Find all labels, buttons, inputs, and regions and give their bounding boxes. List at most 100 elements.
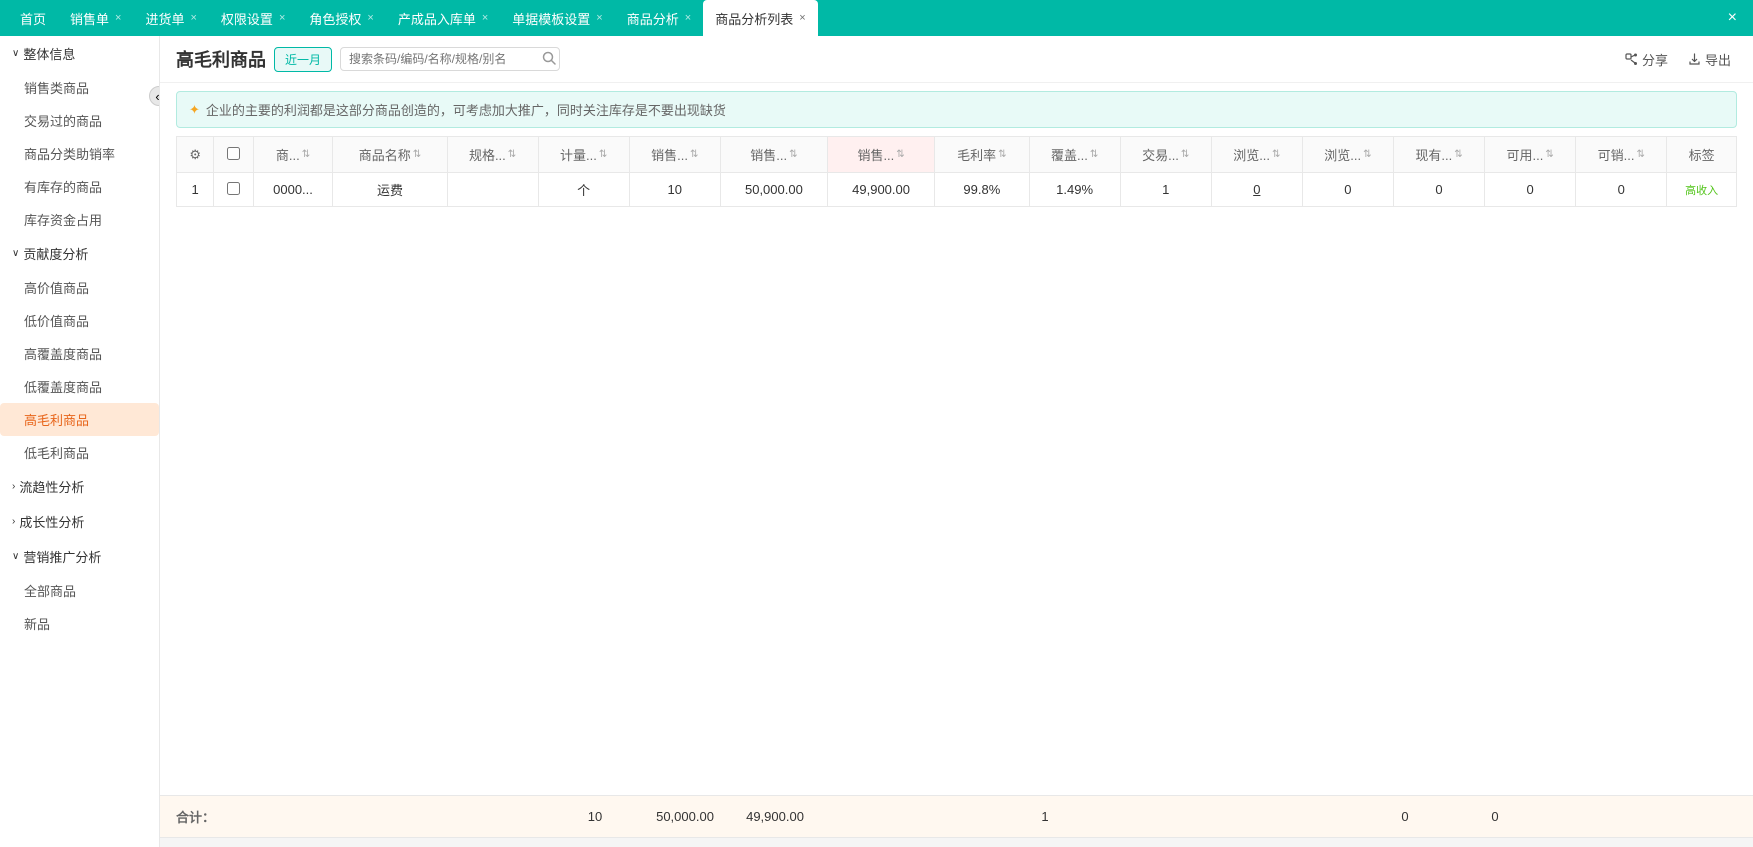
nav-tab-permission[interactable]: 权限设置 ×	[209, 0, 297, 36]
close-permission-tab[interactable]: ×	[279, 12, 285, 24]
filter-recent-month[interactable]: 近一月	[274, 47, 332, 72]
close-product-stock-tab[interactable]: ×	[482, 12, 488, 24]
footer-sales-qty: 10	[565, 809, 625, 824]
sort-coverage-icon: ⇅	[1090, 149, 1098, 160]
cell-tag: 高收入	[1667, 173, 1737, 207]
col-sales-profit[interactable]: 销售... ⇅	[827, 137, 934, 173]
sidebar-section-growth[interactable]: › 成长性分析	[0, 504, 159, 539]
col-sales-amount[interactable]: 销售... ⇅	[720, 137, 827, 173]
share-button[interactable]: 分享	[1619, 47, 1674, 72]
col-available-stock[interactable]: 可用... ⇅	[1485, 137, 1576, 173]
nav-tab-template[interactable]: 单据模板设置 ×	[500, 0, 614, 36]
nav-tab-analysis-list[interactable]: 商品分析列表 ×	[703, 0, 817, 36]
section-arrow-contribution: ∨	[12, 248, 19, 259]
cell-spec	[447, 173, 538, 207]
sort-transaction-icon: ⇅	[1181, 149, 1189, 160]
sort-available-stock-icon: ⇅	[1545, 149, 1553, 160]
nav-tab-analysis[interactable]: 商品分析 ×	[615, 0, 703, 36]
close-analysis-list-tab[interactable]: ×	[799, 12, 805, 24]
col-tag: 标签	[1667, 137, 1737, 173]
sidebar-item-low-margin[interactable]: 低毛利商品	[0, 436, 159, 469]
sidebar-item-high-value[interactable]: 高价值商品	[0, 271, 159, 304]
sort-browse1-icon: ⇅	[1272, 149, 1280, 160]
section-arrow-marketing: ∨	[12, 551, 19, 562]
sidebar-item-low-coverage[interactable]: 低覆盖度商品	[0, 370, 159, 403]
col-checkbox[interactable]	[214, 137, 253, 173]
content-area: 高毛利商品 近一月 分享	[160, 36, 1753, 847]
sort-current-stock-icon: ⇅	[1454, 149, 1462, 160]
sort-name-icon: ⇅	[413, 149, 421, 160]
sidebar-item-in-stock[interactable]: 有库存的商品	[0, 170, 159, 203]
close-role-tab[interactable]: ×	[367, 12, 373, 24]
sidebar: « ∨ 整体信息 销售类商品 交易过的商品 商品分类助销率 有库存的商品 库存资…	[0, 36, 160, 847]
sidebar-item-all-goods[interactable]: 全部商品	[0, 574, 159, 607]
sidebar-item-sales-goods[interactable]: 销售类商品	[0, 71, 159, 104]
search-input[interactable]	[340, 47, 560, 71]
footer-label: 合计：	[176, 807, 215, 826]
top-navigation: 首页 销售单 × 进货单 × 权限设置 × 角色授权 × 产成品入库单 × 单据…	[0, 0, 1753, 36]
table-container[interactable]: ⚙ 商... ⇅ 商品名称	[160, 136, 1753, 795]
sort-code-icon: ⇅	[302, 149, 310, 160]
nav-tab-role[interactable]: 角色授权 ×	[297, 0, 385, 36]
footer-available-stock: 0	[1375, 809, 1435, 824]
cell-code: 0000...	[253, 173, 333, 207]
col-gross-rate[interactable]: 毛利率 ⇅	[935, 137, 1029, 173]
sort-saleable-stock-icon: ⇅	[1636, 149, 1644, 160]
data-table: ⚙ 商... ⇅ 商品名称	[176, 136, 1737, 207]
sort-gross-rate-icon: ⇅	[998, 149, 1006, 160]
col-browse2[interactable]: 浏览... ⇅	[1302, 137, 1393, 173]
sidebar-item-new-goods[interactable]: 新品	[0, 607, 159, 640]
sort-sales-profit-icon: ⇅	[896, 149, 904, 160]
cell-sales-amount: 50,000.00	[720, 173, 827, 207]
sort-sales-qty-icon: ⇅	[690, 149, 698, 160]
sidebar-item-traded-goods[interactable]: 交易过的商品	[0, 104, 159, 137]
sidebar-item-high-coverage[interactable]: 高覆盖度商品	[0, 337, 159, 370]
cell-coverage: 1.49%	[1029, 173, 1120, 207]
content-header: 高毛利商品 近一月 分享	[160, 36, 1753, 83]
export-button[interactable]: 导出	[1682, 47, 1737, 72]
sidebar-section-overall[interactable]: ∨ 整体信息	[0, 36, 159, 71]
sidebar-item-category-rate[interactable]: 商品分类助销率	[0, 137, 159, 170]
close-purchase-tab[interactable]: ×	[190, 12, 196, 24]
col-current-stock[interactable]: 现有... ⇅	[1393, 137, 1484, 173]
sidebar-item-stock-capital[interactable]: 库存资金占用	[0, 203, 159, 236]
close-all-button[interactable]: ×	[1720, 9, 1745, 27]
sidebar-section-contribution[interactable]: ∨ 贡献度分析	[0, 236, 159, 271]
col-coverage[interactable]: 覆盖... ⇅	[1029, 137, 1120, 173]
info-banner: ✦ 企业的主要的利润都是这部分商品创造的，可考虑加大推广，同时关注库存是不要出现…	[176, 91, 1737, 128]
row-checkbox[interactable]	[227, 182, 240, 195]
close-template-tab[interactable]: ×	[596, 12, 602, 24]
section-arrow-trend: ›	[12, 481, 15, 492]
search-button[interactable]	[542, 51, 556, 68]
section-arrow-overall: ∨	[12, 48, 19, 59]
cell-available-stock: 0	[1485, 173, 1576, 207]
nav-tab-product-stock[interactable]: 产成品入库单 ×	[386, 0, 500, 36]
sidebar-item-high-margin[interactable]: 高毛利商品	[0, 403, 159, 436]
select-all-checkbox[interactable]	[227, 147, 240, 160]
col-settings[interactable]: ⚙	[177, 137, 214, 173]
cell-gross-rate: 99.8%	[935, 173, 1029, 207]
cell-checkbox[interactable]	[214, 173, 253, 207]
close-analysis-tab[interactable]: ×	[685, 12, 691, 24]
col-unit[interactable]: 计量... ⇅	[538, 137, 629, 173]
nav-tab-purchase[interactable]: 进货单 ×	[133, 0, 208, 36]
col-sales-qty[interactable]: 销售... ⇅	[629, 137, 720, 173]
close-sales-tab[interactable]: ×	[115, 12, 121, 24]
col-spec[interactable]: 规格... ⇅	[447, 137, 538, 173]
col-name[interactable]: 商品名称 ⇅	[333, 137, 447, 173]
sidebar-section-trend[interactable]: › 流趋性分析	[0, 469, 159, 504]
col-browse1[interactable]: 浏览... ⇅	[1211, 137, 1302, 173]
cell-saleable-stock: 0	[1576, 173, 1667, 207]
footer-sales-amount: 50,000.00	[655, 809, 715, 824]
cell-browse2: 0	[1302, 173, 1393, 207]
nav-tab-sales[interactable]: 销售单 ×	[58, 0, 133, 36]
col-transaction[interactable]: 交易... ⇅	[1120, 137, 1211, 173]
bottom-scrollbar[interactable]	[160, 837, 1753, 847]
cell-browse1[interactable]: 0	[1211, 173, 1302, 207]
sidebar-section-marketing[interactable]: ∨ 营销推广分析	[0, 539, 159, 574]
col-saleable-stock[interactable]: 可销... ⇅	[1576, 137, 1667, 173]
nav-tab-home[interactable]: 首页	[8, 0, 58, 36]
cell-sales-qty: 10	[629, 173, 720, 207]
sidebar-item-low-value[interactable]: 低价值商品	[0, 304, 159, 337]
col-code[interactable]: 商... ⇅	[253, 137, 333, 173]
